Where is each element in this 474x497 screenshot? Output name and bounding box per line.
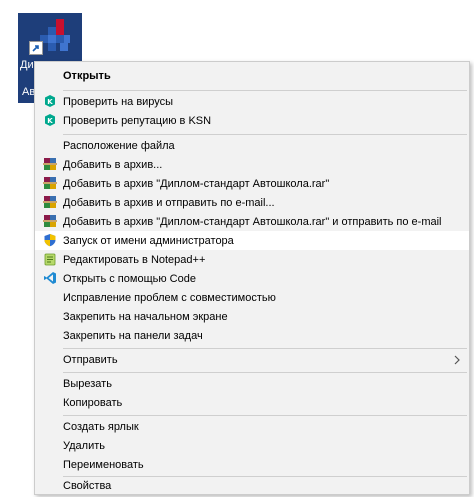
menu-item-label: Запуск от имени администратора: [63, 234, 234, 247]
menu-item-rename[interactable]: Переименовать: [35, 455, 469, 474]
menu-item-label: Добавить в архив и отправить по e-mail..…: [63, 196, 275, 209]
menu-item-label: Удалить: [63, 439, 105, 452]
menu-item-add-to-archive[interactable]: Добавить в архив...: [35, 155, 469, 174]
vscode-icon: [44, 272, 56, 284]
menu-separator: [63, 372, 467, 373]
menu-item-label: Исправление проблем с совместимостью: [63, 291, 276, 304]
menu-item-check-ksn[interactable]: K Проверить репутацию в KSN: [35, 111, 469, 130]
winrar-icon: [43, 177, 57, 189]
menu-item-create-shortcut[interactable]: Создать ярлык: [35, 417, 469, 436]
shortcut-arrow-icon: [29, 41, 43, 55]
menu-item-label: Редактировать в Notepad++: [63, 253, 206, 266]
menu-item-delete[interactable]: Удалить: [35, 436, 469, 455]
menu-item-label: Вырезать: [63, 377, 112, 390]
menu-item-run-as-admin[interactable]: Запуск от имени администратора: [35, 231, 469, 250]
winrar-icon: [43, 215, 57, 227]
menu-item-label: Проверить репутацию в KSN: [63, 114, 212, 127]
kaspersky-icon: K: [45, 114, 55, 126]
svg-text:K: K: [47, 117, 53, 125]
menu-item-pin-start[interactable]: Закрепить на начальном экране: [35, 307, 469, 326]
menu-separator: [63, 415, 467, 416]
menu-item-named-archive-and-email[interactable]: Добавить в архив "Диплом-стандарт Автошк…: [35, 212, 469, 231]
menu-item-label: Закрепить на панели задач: [63, 329, 203, 342]
menu-item-label: Переименовать: [63, 458, 144, 471]
menu-item-label: Закрепить на начальном экране: [63, 310, 228, 323]
shortcut-label-line1: Ди: [20, 59, 34, 71]
menu-item-label: Открыть с помощью Code: [63, 272, 196, 285]
menu-item-label: Добавить в архив "Диплом-стандарт Автошк…: [63, 177, 330, 190]
uac-shield-icon: [44, 234, 56, 247]
menu-item-archive-and-email[interactable]: Добавить в архив и отправить по e-mail..…: [35, 193, 469, 212]
menu-item-label: Копировать: [63, 396, 123, 409]
kaspersky-icon: K: [45, 95, 55, 107]
menu-item-file-location[interactable]: Расположение файла: [35, 136, 469, 155]
winrar-icon: [43, 196, 57, 208]
menu-item-compatibility[interactable]: Исправление проблем с совместимостью: [35, 288, 469, 307]
menu-item-send-to[interactable]: Отправить: [35, 350, 469, 369]
menu-item-open-with-code[interactable]: Открыть с помощью Code: [35, 269, 469, 288]
menu-item-label: Расположение файла: [63, 139, 175, 152]
svg-text:K: K: [47, 98, 53, 106]
menu-item-label: Добавить в архив...: [63, 158, 163, 171]
menu-item-cut[interactable]: Вырезать: [35, 374, 469, 393]
menu-item-scan-viruses[interactable]: K Проверить на вирусы: [35, 92, 469, 111]
menu-item-edit-notepadpp[interactable]: Редактировать в Notepad++: [35, 250, 469, 269]
menu-item-copy[interactable]: Копировать: [35, 393, 469, 412]
menu-separator: [63, 90, 467, 91]
menu-separator: [63, 134, 467, 135]
menu-item-label: Создать ярлык: [63, 420, 139, 433]
menu-item-add-to-named-archive[interactable]: Добавить в архив "Диплом-стандарт Автошк…: [35, 174, 469, 193]
menu-item-label: Свойства: [63, 479, 112, 492]
chevron-right-icon: [454, 355, 460, 365]
menu-item-label: Добавить в архив "Диплом-стандарт Автошк…: [63, 215, 442, 228]
menu-item-label: Отправить: [63, 353, 118, 366]
menu-item-open[interactable]: Открыть: [35, 66, 469, 85]
menu-item-label: Открыть: [63, 69, 111, 82]
context-menu: Открыть K Проверить на вирусы K Проверит…: [34, 61, 470, 495]
menu-item-pin-taskbar[interactable]: Закрепить на панели задач: [35, 326, 469, 345]
menu-separator: [63, 348, 467, 349]
menu-item-properties[interactable]: Свойства: [35, 476, 469, 495]
menu-item-label: Проверить на вирусы: [63, 95, 174, 108]
notepadpp-icon: [44, 253, 56, 266]
winrar-icon: [43, 158, 57, 170]
